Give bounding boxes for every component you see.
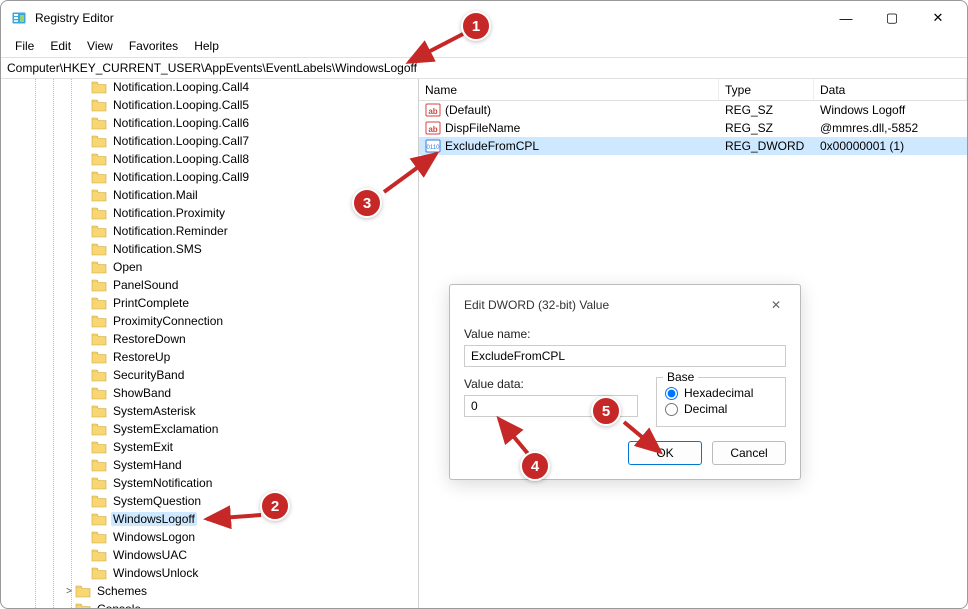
tree-item-proximityconnection[interactable]: ProximityConnection xyxy=(1,312,418,330)
value-row-default[interactable]: ab(Default)REG_SZWindows Logoff xyxy=(419,101,967,119)
tree-item-notification-looping-call6[interactable]: Notification.Looping.Call6 xyxy=(1,114,418,132)
annotation-arrow-1 xyxy=(401,26,471,71)
tree-item-systemasterisk[interactable]: SystemAsterisk xyxy=(1,402,418,420)
tree-item-panelsound[interactable]: PanelSound xyxy=(1,276,418,294)
cancel-button[interactable]: Cancel xyxy=(712,441,786,465)
tree-item-systemnotification[interactable]: SystemNotification xyxy=(1,474,418,492)
hex-radio-input[interactable] xyxy=(665,387,678,400)
tree-item-notification-looping-call4[interactable]: Notification.Looping.Call4 xyxy=(1,79,418,96)
tree-item-restoredown[interactable]: RestoreDown xyxy=(1,330,418,348)
annotation-badge-5: 5 xyxy=(591,396,621,426)
tree-item-notification-looping-call7[interactable]: Notification.Looping.Call7 xyxy=(1,132,418,150)
base-fieldset: Base Hexadecimal Decimal xyxy=(656,377,786,427)
annotation-arrow-2 xyxy=(199,501,269,531)
col-type[interactable]: Type xyxy=(719,79,814,100)
annotation-badge-3: 3 xyxy=(352,188,382,218)
dec-radio[interactable]: Decimal xyxy=(665,402,777,416)
tree-item-restoreup[interactable]: RestoreUp xyxy=(1,348,418,366)
annotation-badge-1: 1 xyxy=(461,11,491,41)
menu-help[interactable]: Help xyxy=(186,37,227,55)
tree-item-windowsunlock[interactable]: WindowsUnlock xyxy=(1,564,418,582)
tree-item-notification-reminder[interactable]: Notification.Reminder xyxy=(1,222,418,240)
annotation-arrow-5 xyxy=(618,416,668,461)
tree-item-showband[interactable]: ShowBand xyxy=(1,384,418,402)
tree-item-windowsuac[interactable]: WindowsUAC xyxy=(1,546,418,564)
tree-item-printcomplete[interactable]: PrintComplete xyxy=(1,294,418,312)
annotation-arrow-3 xyxy=(376,146,446,201)
app-icon xyxy=(11,10,27,26)
close-button[interactable]: ✕ xyxy=(915,2,961,34)
base-legend: Base xyxy=(663,370,698,384)
address-bar[interactable]: Computer\HKEY_CURRENT_USER\AppEvents\Eve… xyxy=(1,57,967,79)
tree-item-notification-looping-call9[interactable]: Notification.Looping.Call9 xyxy=(1,168,418,186)
value-name-field[interactable]: ExcludeFromCPL xyxy=(464,345,786,367)
tree-item-notification-looping-call8[interactable]: Notification.Looping.Call8 xyxy=(1,150,418,168)
menu-favorites[interactable]: Favorites xyxy=(121,37,186,55)
tree-item-systemexclamation[interactable]: SystemExclamation xyxy=(1,420,418,438)
dialog-close-button[interactable]: ✕ xyxy=(766,295,786,315)
registry-editor-window: Registry Editor — ▢ ✕ FileEditViewFavori… xyxy=(0,0,968,609)
menu-edit[interactable]: Edit xyxy=(42,37,79,55)
tree-item-schemes[interactable]: >Schemes xyxy=(1,582,418,600)
column-headers[interactable]: Name Type Data xyxy=(419,79,967,101)
tree-item-notification-sms[interactable]: Notification.SMS xyxy=(1,240,418,258)
tree-item-systemexit[interactable]: SystemExit xyxy=(1,438,418,456)
annotation-badge-4: 4 xyxy=(520,451,550,481)
tree-item-console[interactable]: ⌄Console xyxy=(1,600,418,608)
col-name[interactable]: Name xyxy=(419,79,719,100)
col-data[interactable]: Data xyxy=(814,79,967,100)
annotation-badge-2: 2 xyxy=(260,491,290,521)
value-name-label: Value name: xyxy=(464,327,786,341)
value-data-label: Value data: xyxy=(464,377,638,391)
window-title: Registry Editor xyxy=(35,11,114,25)
value-row-dispfilename[interactable]: abDispFileNameREG_SZ@mmres.dll,-5852 xyxy=(419,119,967,137)
minimize-button[interactable]: — xyxy=(823,2,869,34)
maximize-button[interactable]: ▢ xyxy=(869,2,915,34)
tree-item-open[interactable]: Open xyxy=(1,258,418,276)
tree-item-notification-looping-call5[interactable]: Notification.Looping.Call5 xyxy=(1,96,418,114)
svg-text:ab: ab xyxy=(428,107,437,116)
hex-radio[interactable]: Hexadecimal xyxy=(665,386,777,400)
menu-view[interactable]: View xyxy=(79,37,121,55)
tree-item-systemhand[interactable]: SystemHand xyxy=(1,456,418,474)
dialog-title: Edit DWORD (32-bit) Value xyxy=(464,298,609,312)
tree-item-securityband[interactable]: SecurityBand xyxy=(1,366,418,384)
value-row-excludefromcpl[interactable]: 0110ExcludeFromCPLREG_DWORD0x00000001 (1… xyxy=(419,137,967,155)
menu-file[interactable]: File xyxy=(7,37,42,55)
dec-radio-input[interactable] xyxy=(665,403,678,416)
svg-text:ab: ab xyxy=(428,125,437,134)
